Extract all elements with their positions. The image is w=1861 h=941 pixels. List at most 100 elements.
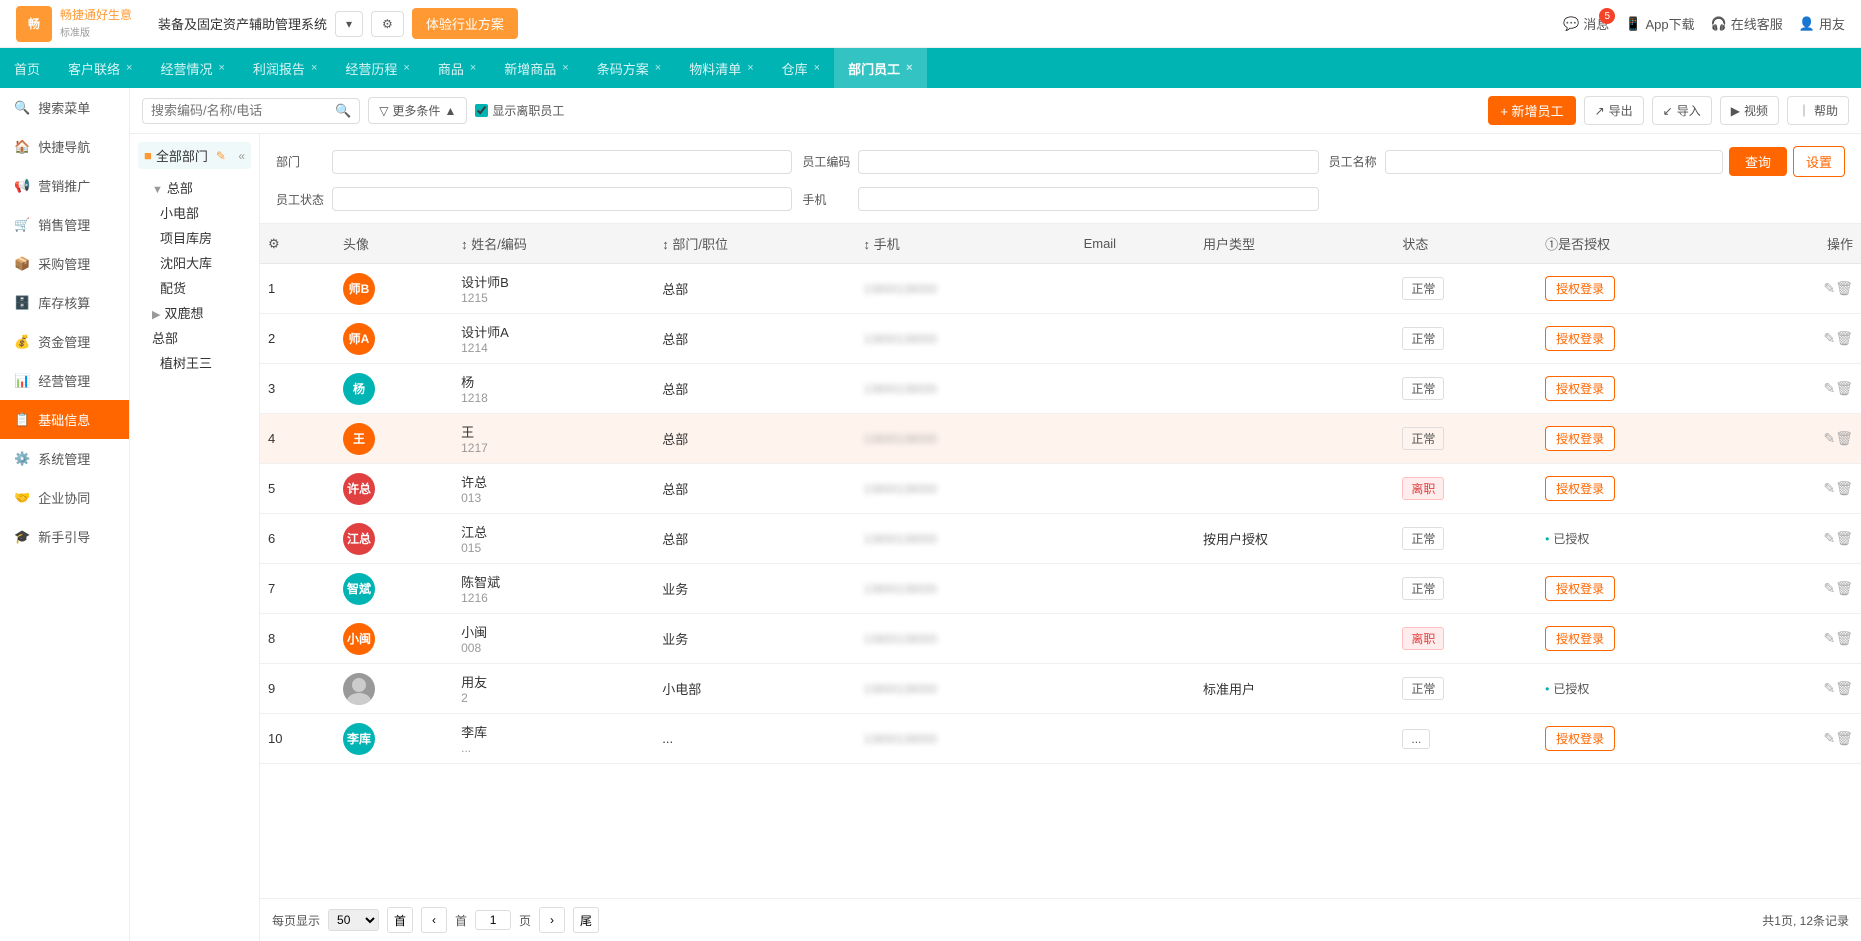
per-page-select[interactable]: 50 20 100 [328,909,379,931]
dropdown-btn[interactable]: ▾ [335,11,363,37]
sidebar-item-basicinfo[interactable]: 📋 基础信息 [0,400,129,439]
search-box[interactable]: 🔍 [142,98,360,124]
tab-history[interactable]: 经营历程 × [331,48,423,88]
delete-btn[interactable]: 🗑 [1835,330,1853,347]
edit-btn[interactable]: ✎ [1823,730,1835,747]
page-number-input[interactable] [475,910,511,930]
sidebar-item-finance[interactable]: 💰 资金管理 [0,322,129,361]
show-resigned-checkbox[interactable] [475,104,488,117]
dept-node-zongbu[interactable]: 总部 [138,325,251,350]
sidebar-item-search[interactable]: 🔍 搜索菜单 [0,88,129,127]
sidebar-item-purchase[interactable]: 📦 采购管理 [0,244,129,283]
delete-btn[interactable]: 🗑 [1835,380,1853,397]
delete-btn[interactable]: 🗑 [1835,480,1853,497]
dept-node-zhishuwangsan[interactable]: 植树王三 [138,350,251,375]
show-resigned-label[interactable]: 显示离职员工 [475,102,564,119]
tab-home[interactable]: 首页 [0,48,54,88]
close-icon[interactable]: × [814,62,820,74]
auth-login-btn[interactable]: 授权登录 [1545,426,1615,451]
delete-btn[interactable]: 🗑 [1835,730,1853,747]
prev-page-btn[interactable]: ‹ [421,907,447,933]
th-dept[interactable]: ↕ 部门/职位 [654,224,855,264]
tab-goods[interactable]: 商品 × [424,48,490,88]
delete-btn[interactable]: 🗑 [1835,430,1853,447]
setting-btn[interactable]: 设置 [1793,146,1845,177]
view-btn[interactable]: ▶ 视频 [1720,96,1779,125]
dept-node-xiaodibu[interactable]: 小电部 [138,200,251,225]
import-btn[interactable]: ↙ 导入 [1652,96,1712,125]
phone-input[interactable] [858,187,1318,211]
sidebar-item-coop[interactable]: 🤝 企业协同 [0,478,129,517]
last-page-btn[interactable]: 尾 [573,907,599,933]
edit-btn[interactable]: ✎ [1823,580,1835,597]
first-page-btn[interactable]: 首 [387,907,413,933]
auth-login-btn[interactable]: 授权登录 [1545,276,1615,301]
edit-btn[interactable]: ✎ [1823,280,1835,297]
add-employee-btn[interactable]: + 新增员工 [1488,96,1575,125]
dept-node-xiangmuku[interactable]: 项目库房 [138,225,251,250]
delete-btn[interactable]: 🗑 [1835,580,1853,597]
auth-login-btn[interactable]: 授权登录 [1545,726,1615,751]
user-area[interactable]: 👤 用友 [1799,14,1845,33]
sidebar-item-marketing[interactable]: 📢 营销推广 [0,166,129,205]
sidebar-item-operation[interactable]: 📊 经营管理 [0,361,129,400]
edit-btn[interactable]: ✎ [1823,480,1835,497]
auth-login-btn[interactable]: 授权登录 [1545,376,1615,401]
close-icon[interactable]: × [311,62,317,74]
dept-node-shenyangdaku[interactable]: 沈阳大库 [138,250,251,275]
close-icon[interactable]: × [218,62,224,74]
edit-dept-icon[interactable]: ✎ [216,149,226,163]
edit-btn[interactable]: ✎ [1823,680,1835,697]
close-icon[interactable]: × [562,62,568,74]
edit-btn[interactable]: ✎ [1823,530,1835,547]
delete-btn[interactable]: 🗑 [1835,530,1853,547]
export-btn[interactable]: ↗ 导出 [1584,96,1644,125]
empcode-input[interactable] [858,150,1318,174]
close-icon[interactable]: × [126,62,132,74]
dept-node-zongbu-parent[interactable]: ▼总部 [138,175,251,200]
tab-barcode[interactable]: 条码方案 × [583,48,675,88]
online-service-btn[interactable]: 🎧 在线客服 [1711,14,1783,33]
close-icon[interactable]: × [906,62,912,74]
edit-btn[interactable]: ✎ [1823,330,1835,347]
close-icon[interactable]: × [470,62,476,74]
edit-btn[interactable]: ✎ [1823,430,1835,447]
search-input[interactable] [151,103,331,118]
th-phone[interactable]: ↕ 手机 [855,224,1075,264]
next-page-btn[interactable]: › [539,907,565,933]
more-conditions-btn[interactable]: ▽ 更多条件 ▲ [368,97,467,124]
tab-employee[interactable]: 部门员工 × [834,48,926,88]
edit-btn[interactable]: ✎ [1823,630,1835,647]
auth-login-btn[interactable]: 授权登录 [1545,576,1615,601]
tab-customer[interactable]: 客户联络 × [54,48,146,88]
delete-btn[interactable]: 🗑 [1835,280,1853,297]
sidebar-item-guide[interactable]: 🎓 新手引导 [0,517,129,556]
message-btn[interactable]: 💬 消息 5 [1563,14,1609,33]
tab-material[interactable]: 物料清单 × [675,48,767,88]
tab-operation[interactable]: 经营情况 × [146,48,238,88]
empname-input[interactable] [1385,150,1723,174]
sidebar-item-quicknav[interactable]: 🏠 快捷导航 [0,127,129,166]
dept-node-shuangluxiang[interactable]: ▶双鹿想 [138,300,251,325]
dept-select[interactable] [332,150,792,174]
close-icon[interactable]: × [747,62,753,74]
collapse-dept-icon[interactable]: « [238,149,245,163]
delete-btn[interactable]: 🗑 [1835,630,1853,647]
dept-node-peihuo[interactable]: 配货 [138,275,251,300]
tab-add-goods[interactable]: 新增商品 × [490,48,582,88]
th-setting[interactable]: ⚙ [260,224,335,264]
sidebar-item-inventory[interactable]: 🗄️ 库存核算 [0,283,129,322]
delete-btn[interactable]: 🗑 [1835,680,1853,697]
trial-btn[interactable]: 体验行业方案 [412,8,518,39]
tab-warehouse[interactable]: 仓库 × [768,48,834,88]
th-name[interactable]: ↕ 姓名/编码 [453,224,654,264]
empstatus-select[interactable] [332,187,792,211]
search-submit-icon[interactable]: 🔍 [335,103,351,119]
auth-login-btn[interactable]: 授权登录 [1545,326,1615,351]
query-btn[interactable]: 查询 [1729,147,1787,176]
app-download-btn[interactable]: 📱 App下载 [1625,14,1694,33]
edit-btn[interactable]: ✎ [1823,380,1835,397]
auth-login-btn[interactable]: 授权登录 [1545,476,1615,501]
tab-profit[interactable]: 利润报告 × [239,48,331,88]
auth-login-btn[interactable]: 授权登录 [1545,626,1615,651]
